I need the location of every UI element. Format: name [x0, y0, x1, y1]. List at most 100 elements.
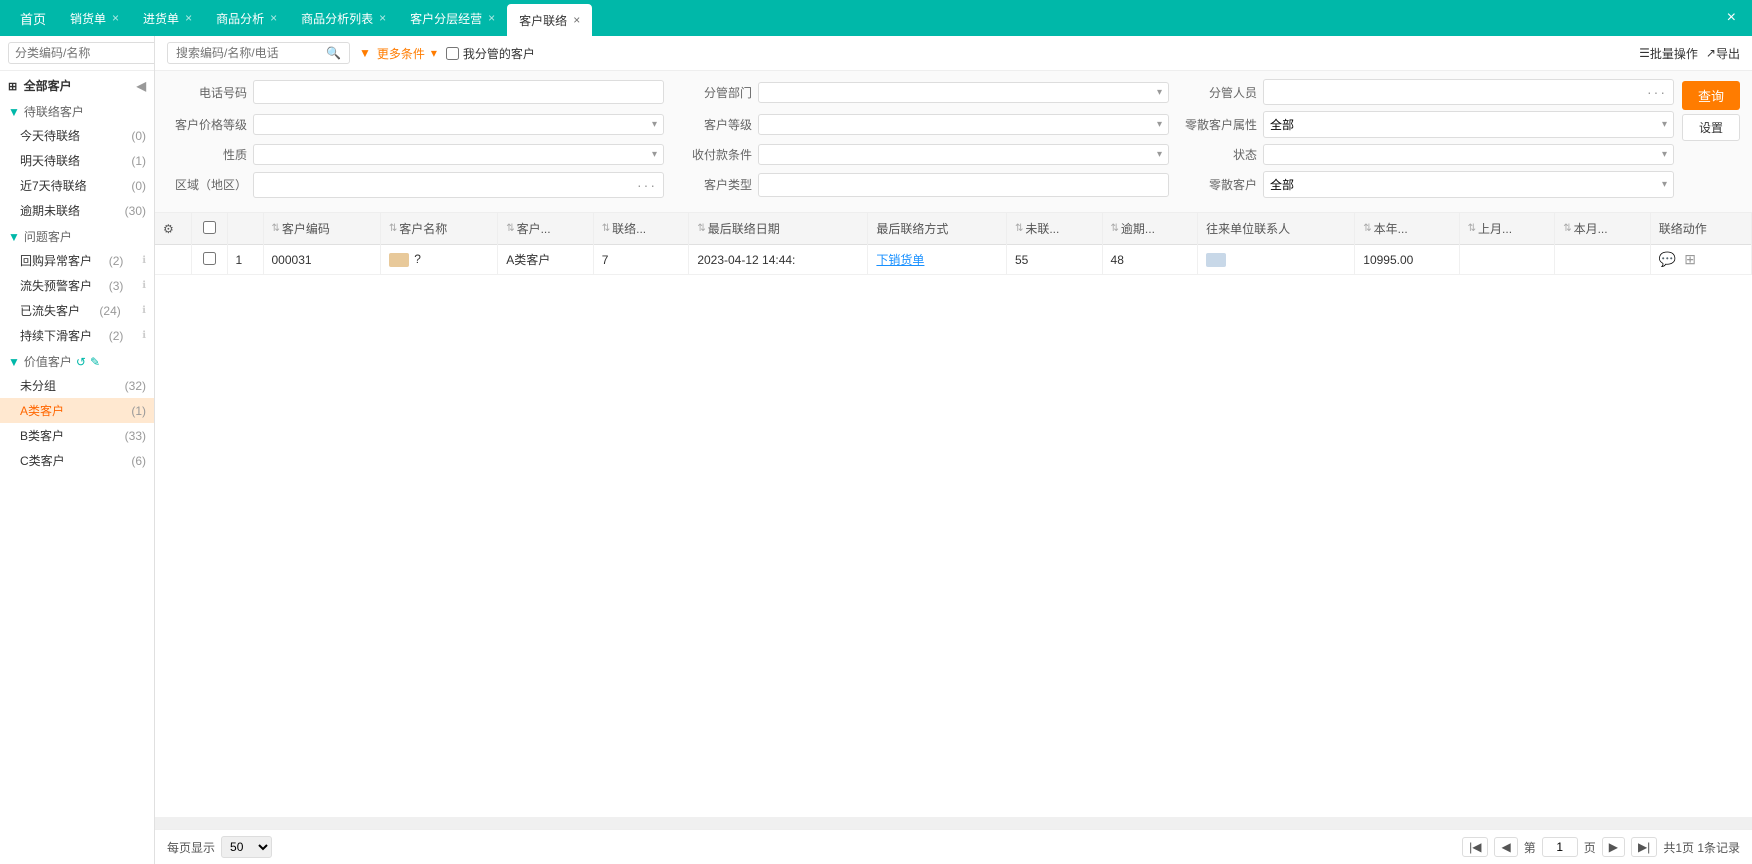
close-contact-tab[interactable]: × — [573, 13, 580, 27]
nav-product-analysis[interactable]: 商品分析 × — [204, 0, 289, 36]
th-name[interactable]: ⇅ 客户名称 — [380, 213, 497, 245]
grid-icon: ⊞ — [8, 81, 17, 93]
main-search-icon[interactable]: 🔍 — [326, 46, 341, 60]
sidebar-unclassified[interactable]: 未分组 (32) — [0, 373, 154, 398]
sort-icon-tmonth: ⇅ — [1563, 223, 1571, 234]
my-customers-checkbox[interactable] — [446, 47, 459, 60]
batch-ops-btn[interactable]: ☰ 批量操作 — [1639, 45, 1698, 62]
problem-customers-group[interactable]: ▼ 问题客户 — [0, 223, 154, 248]
filter-bar-right: ☰ 批量操作 ↗ 导出 — [1639, 45, 1740, 62]
th-this-month[interactable]: ⇅ 本月... — [1555, 213, 1651, 245]
edit-icon[interactable]: ✎ — [90, 355, 100, 369]
sidebar-collapse-btn[interactable]: ◀ — [137, 79, 146, 93]
price-level-select[interactable]: ▾ — [253, 114, 664, 135]
my-customers-filter[interactable]: 我分管的客户 — [446, 45, 535, 62]
close-sales-tab[interactable]: × — [112, 11, 119, 25]
table-scrollbar[interactable] — [155, 817, 1752, 829]
sidebar-c-class[interactable]: C类客户 (6) — [0, 448, 154, 473]
sidebar-overdue-contact[interactable]: 逾期未联络 (30) — [0, 198, 154, 223]
th-last-month[interactable]: ⇅ 上月... — [1459, 213, 1555, 245]
nature-select[interactable]: ▾ — [253, 144, 664, 165]
export-btn[interactable]: ↗ 导出 — [1706, 45, 1740, 62]
nav-customer-segment[interactable]: 客户分层经营 × — [398, 0, 507, 36]
nav-product-list[interactable]: 商品分析列表 × — [289, 0, 398, 36]
th-type[interactable]: ⇅ 客户... — [498, 213, 594, 245]
next-page-btn[interactable]: ▶ — [1602, 837, 1625, 857]
last-page-btn[interactable]: ▶| — [1631, 837, 1657, 857]
th-code[interactable]: ⇅ 客户编码 — [263, 213, 380, 245]
pending-contact-group[interactable]: ▼ 待联络客户 — [0, 98, 154, 123]
first-page-btn[interactable]: |◀ — [1462, 837, 1488, 857]
retail-attr-select[interactable]: 全部 ▾ — [1263, 111, 1674, 138]
nav-customer-contact[interactable]: 客户联络 × — [507, 4, 592, 36]
person-select[interactable]: ··· — [1263, 79, 1674, 105]
th-unit-contact[interactable]: 往来单位联系人 — [1198, 213, 1355, 245]
th-overdue[interactable]: ⇅ 逾期... — [1102, 213, 1198, 245]
refresh-icon[interactable]: ↺ — [76, 355, 86, 369]
th-contact[interactable]: ⇅ 联络... — [593, 213, 689, 245]
nav-purchase[interactable]: 进货单 × — [131, 0, 204, 36]
sidebar-lost-customers[interactable]: 已流失客户 (24) ℹ — [0, 298, 154, 323]
th-action: 联络动作 — [1650, 213, 1751, 245]
batch-icon: ☰ — [1639, 46, 1650, 60]
filter-phone: 电话号码 — [167, 80, 664, 104]
close-purchase-tab[interactable]: × — [185, 11, 192, 25]
payment-label: 收付款条件 — [672, 146, 752, 163]
sidebar-lost-warning[interactable]: 流失预警客户 (3) ℹ — [0, 273, 154, 298]
customer-level-arrow-icon: ▾ — [1157, 119, 1162, 130]
th-last-method[interactable]: 最后联络方式 — [868, 213, 1007, 245]
close-product-list-tab[interactable]: × — [379, 11, 386, 25]
settings-icon[interactable]: ⚙ — [163, 222, 174, 236]
customer-level-select[interactable]: ▾ — [758, 114, 1169, 135]
search-box: 🔍 — [167, 42, 350, 64]
region-select[interactable]: ··· — [253, 172, 664, 198]
query-button[interactable]: 查询 — [1682, 81, 1740, 110]
close-all-btn[interactable]: × — [1719, 9, 1744, 27]
nav-home[interactable]: 首页 — [8, 9, 58, 28]
filter-icon: ▼ — [359, 46, 371, 60]
payment-select[interactable]: ▾ — [758, 144, 1169, 165]
select-all-checkbox[interactable] — [203, 221, 216, 234]
row-no-contact: 55 — [1006, 245, 1102, 275]
all-customers-label: ⊞ 全部客户 — [8, 77, 72, 94]
nav-sales[interactable]: 销货单 × — [58, 0, 131, 36]
more-filters-btn[interactable]: ▼ 更多条件 ▾ — [356, 45, 440, 62]
status-select[interactable]: ▾ — [1263, 144, 1674, 165]
page-input[interactable] — [1542, 837, 1578, 857]
phone-input[interactable] — [253, 80, 664, 104]
settings-button[interactable]: 设置 — [1682, 114, 1740, 141]
sidebar-today-contact[interactable]: 今天待联络 (0) — [0, 123, 154, 148]
prev-page-btn[interactable]: ◀ — [1494, 837, 1517, 857]
sidebar-tomorrow-contact[interactable]: 明天待联络 (1) — [0, 148, 154, 173]
sidebar-repurchase-abnormal[interactable]: 回购异常客户 (2) ℹ — [0, 248, 154, 273]
person-dots-icon[interactable]: ··· — [1647, 84, 1667, 100]
customer-type-label: 客户类型 — [672, 176, 752, 193]
th-last-date[interactable]: ⇅ 最后联络日期 — [689, 213, 868, 245]
filter-actions: 查询 设置 — [1682, 79, 1740, 204]
row-last-date: 2023-04-12 14:44: — [689, 245, 868, 275]
info-icon-4: ℹ — [142, 330, 146, 341]
customer-type-input[interactable] — [758, 173, 1169, 197]
close-segment-tab[interactable]: × — [488, 11, 495, 25]
last-method-link[interactable]: 下销货单 — [876, 253, 924, 267]
sidebar-b-class[interactable]: B类客户 (33) — [0, 423, 154, 448]
th-this-year[interactable]: ⇅ 本年... — [1355, 213, 1459, 245]
sidebar-a-class[interactable]: A类客户 (1) — [0, 398, 154, 423]
retail-select[interactable]: 全部 ▾ — [1263, 171, 1674, 198]
filter-region: 区域（地区） ··· — [167, 172, 664, 198]
sidebar-declining-customers[interactable]: 持续下滑客户 (2) ℹ — [0, 323, 154, 348]
region-dots-icon[interactable]: ··· — [637, 177, 657, 193]
sidebar-7days-contact[interactable]: 近7天待联络 (0) — [0, 173, 154, 198]
close-product-tab[interactable]: × — [270, 11, 277, 25]
dept-select[interactable]: ▾ — [758, 82, 1169, 103]
per-page-select[interactable]: 50 100 200 — [221, 836, 272, 858]
row-select-checkbox[interactable] — [203, 252, 216, 265]
arrow-down-icon: ▼ — [8, 105, 20, 119]
info-icon-1: ℹ — [142, 255, 146, 266]
sort-icon-code: ⇅ — [272, 223, 280, 234]
main-search-input[interactable] — [176, 46, 326, 60]
sidebar-search-input[interactable] — [8, 42, 155, 64]
qr-icon[interactable]: ⊞ — [1684, 251, 1696, 268]
th-no-contact[interactable]: ⇅ 未联... — [1006, 213, 1102, 245]
chat-icon[interactable]: 💬 — [1659, 251, 1676, 268]
